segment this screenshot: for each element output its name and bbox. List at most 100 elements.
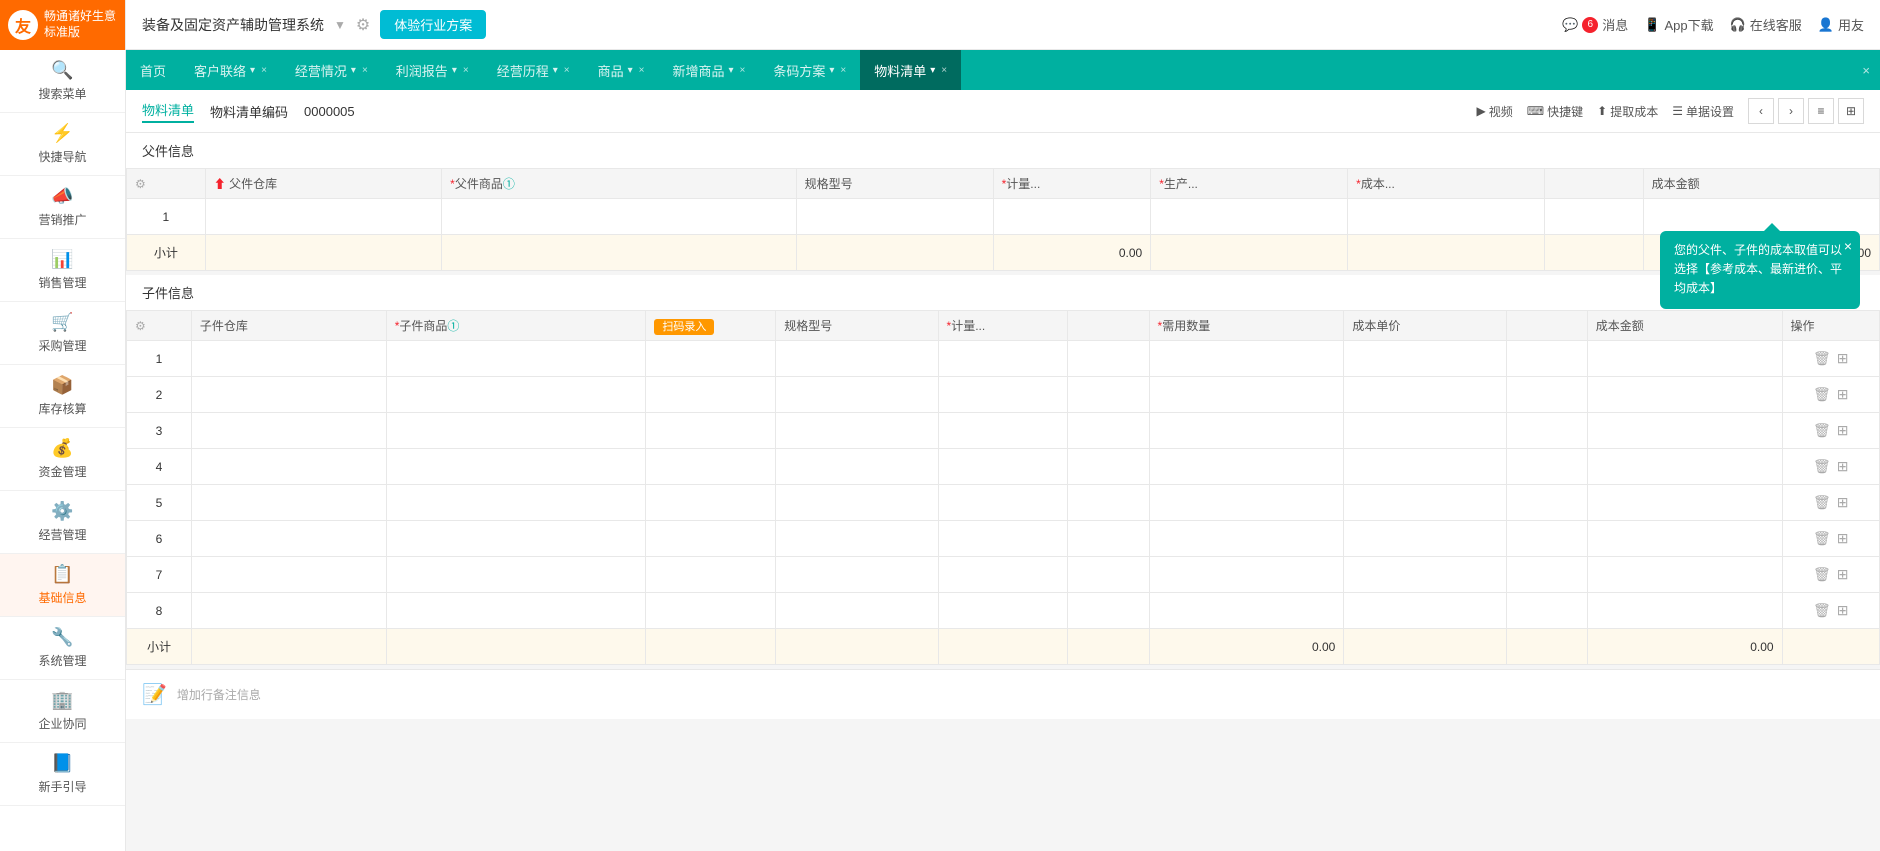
th-spec: 规格型号 bbox=[796, 169, 993, 199]
tab-customer[interactable]: 客户联络▾× bbox=[180, 50, 281, 90]
parent-warehouse-cell[interactable] bbox=[205, 199, 441, 235]
parent-subtotal-value: 0.00 bbox=[993, 235, 1151, 271]
tab-close-icon[interactable]: × bbox=[941, 65, 947, 76]
tab-arrow-icon: ▾ bbox=[930, 65, 935, 76]
parent-row-num: 1 bbox=[127, 199, 206, 235]
dropdown-arrow-icon[interactable]: ▼ bbox=[334, 18, 346, 32]
sidebar-item-operations[interactable]: ⚙️ 经营管理 bbox=[0, 491, 125, 554]
parent-spec-cell[interactable] bbox=[796, 199, 993, 235]
sidebar-item-enterprise[interactable]: 🏢 企业协同 bbox=[0, 680, 125, 743]
copy-icon[interactable]: ⊞ bbox=[1837, 494, 1849, 511]
child-th-product: *子件商品① bbox=[386, 311, 646, 341]
settings-icon: ☰ bbox=[1672, 104, 1683, 118]
parent-subtotal-row: 小计 0.00 0.00 bbox=[127, 235, 1880, 271]
sidebar-item-basic-info[interactable]: 📋 基础信息 bbox=[0, 554, 125, 617]
delete-icon[interactable]: 🗑 bbox=[1813, 458, 1831, 475]
list-view-button[interactable]: ≡ bbox=[1808, 98, 1834, 124]
parent-subtotal-label: 小计 bbox=[127, 235, 206, 271]
nav-tabs: 首页 客户联络▾× 经营情况▾× 利润报告▾× 经营历程▾× 商品▾× 新增商品… bbox=[126, 50, 1880, 90]
parent-cost-cell[interactable] bbox=[1348, 199, 1545, 235]
tab-close-icon[interactable]: × bbox=[840, 65, 846, 76]
pagination: ‹ › ≡ ⊞ bbox=[1748, 98, 1864, 124]
shortcut-button[interactable]: ⌨ 快捷键 bbox=[1527, 103, 1583, 120]
sidebar-item-sales[interactable]: 📊 销售管理 bbox=[0, 239, 125, 302]
basic-info-icon: 📋 bbox=[51, 564, 73, 585]
page-tab-bom-list[interactable]: 物料清单 bbox=[142, 100, 194, 123]
video-button[interactable]: ▶ 视频 bbox=[1477, 103, 1513, 120]
sidebar-item-inventory[interactable]: 📦 库存核算 bbox=[0, 365, 125, 428]
tab-close-icon[interactable]: × bbox=[463, 65, 469, 76]
copy-icon[interactable]: ⊞ bbox=[1837, 350, 1849, 367]
sidebar-item-guide[interactable]: 📘 新手引导 bbox=[0, 743, 125, 806]
tab-bom[interactable]: 物料清单▾× bbox=[860, 50, 961, 90]
gear-config-icon[interactable]: ⚙ bbox=[135, 177, 146, 191]
child-th-amount: 成本金额 bbox=[1587, 311, 1782, 341]
delete-icon[interactable]: 🗑 bbox=[1813, 422, 1831, 439]
th-gear: ⚙ bbox=[127, 169, 206, 199]
tab-close-icon[interactable]: × bbox=[740, 65, 746, 76]
grid-view-button[interactable]: ⊞ bbox=[1838, 98, 1864, 124]
sidebar-item-quick-nav[interactable]: ⚡ 快捷导航 bbox=[0, 113, 125, 176]
system-icon: 🔧 bbox=[51, 627, 73, 648]
copy-icon[interactable]: ⊞ bbox=[1837, 386, 1849, 403]
copy-icon[interactable]: ⊞ bbox=[1837, 602, 1849, 619]
search-icon: 🔍 bbox=[51, 60, 73, 81]
parent-prod-cell[interactable] bbox=[1151, 199, 1348, 235]
sidebar-item-finance[interactable]: 💰 资金管理 bbox=[0, 428, 125, 491]
child-gear-icon[interactable]: ⚙ bbox=[135, 319, 146, 333]
tab-barcode[interactable]: 条码方案▾× bbox=[759, 50, 860, 90]
child-row: 5 🗑⊞ bbox=[127, 485, 1880, 521]
tab-close-icon[interactable]: × bbox=[639, 65, 645, 76]
copy-icon[interactable]: ⊞ bbox=[1837, 566, 1849, 583]
delete-icon[interactable]: 🗑 bbox=[1813, 602, 1831, 619]
settings-gear-icon[interactable]: ⚙ bbox=[356, 15, 370, 35]
child-subtotal-row: 小计 0.00 0.00 bbox=[127, 629, 1880, 665]
parent-product-cell[interactable] bbox=[442, 199, 797, 235]
tab-close-icon[interactable]: × bbox=[261, 65, 267, 76]
purchase-icon: 🛒 bbox=[51, 312, 73, 333]
app-download-button[interactable]: 📱 App下载 bbox=[1644, 15, 1713, 34]
topbar-left: 装备及固定资产辅助管理系统 ▼ ⚙ 体验行业方案 bbox=[142, 10, 486, 39]
parent-section: 父件信息 ⚙ ⬆ 父件仓库 *父件商品① 规格型号 *计量... *生产... … bbox=[126, 133, 1880, 271]
child-subtotal-qty: 0.00 bbox=[1149, 629, 1344, 665]
tab-close-icon[interactable]: × bbox=[362, 65, 368, 76]
next-page-button[interactable]: › bbox=[1778, 98, 1804, 124]
video-icon: ▶ bbox=[1477, 104, 1486, 118]
child-th-warehouse: 子件仓库 bbox=[191, 311, 386, 341]
delete-icon[interactable]: 🗑 bbox=[1813, 494, 1831, 511]
delete-icon[interactable]: 🗑 bbox=[1813, 566, 1831, 583]
copy-icon[interactable]: ⊞ bbox=[1837, 458, 1849, 475]
prev-page-button[interactable]: ‹ bbox=[1748, 98, 1774, 124]
sidebar-item-marketing[interactable]: 📣 营销推广 bbox=[0, 176, 125, 239]
tab-home[interactable]: 首页 bbox=[126, 50, 180, 90]
headset-icon: 🎧 bbox=[1730, 17, 1746, 33]
copy-icon[interactable]: ⊞ bbox=[1837, 530, 1849, 547]
tab-goods[interactable]: 商品▾× bbox=[584, 50, 659, 90]
add-row-icon[interactable]: 📝 bbox=[142, 682, 167, 707]
single-settings-button[interactable]: ☰ 单据设置 bbox=[1672, 103, 1734, 120]
delete-icon[interactable]: 🗑 bbox=[1813, 530, 1831, 547]
close-tab-icon[interactable]: × bbox=[1852, 63, 1880, 78]
bom-code-value: 0000005 bbox=[304, 104, 355, 119]
scan-button[interactable]: 扫码录入 bbox=[654, 319, 714, 335]
tab-new-goods[interactable]: 新增商品▾× bbox=[658, 50, 759, 90]
message-button[interactable]: 💬 6 消息 bbox=[1562, 15, 1628, 34]
extract-cost-button[interactable]: ⬆ 提取成本 bbox=[1597, 103, 1658, 120]
parent-unit-cell[interactable] bbox=[993, 199, 1151, 235]
user-button[interactable]: 👤 用友 bbox=[1818, 15, 1864, 34]
tooltip-close-button[interactable]: × bbox=[1844, 235, 1852, 257]
online-service-button[interactable]: 🎧 在线客服 bbox=[1730, 15, 1802, 34]
copy-icon[interactable]: ⊞ bbox=[1837, 422, 1849, 439]
trial-button[interactable]: 体验行业方案 bbox=[380, 10, 486, 39]
sidebar-item-purchase[interactable]: 🛒 采购管理 bbox=[0, 302, 125, 365]
tab-close-icon[interactable]: × bbox=[564, 65, 570, 76]
sidebar-item-system[interactable]: 🔧 系统管理 bbox=[0, 617, 125, 680]
delete-icon[interactable]: 🗑 bbox=[1813, 386, 1831, 403]
child-th-actions: 操作 bbox=[1782, 311, 1879, 341]
sidebar-item-search[interactable]: 🔍 搜索菜单 bbox=[0, 50, 125, 113]
delete-icon[interactable]: 🗑 bbox=[1813, 350, 1831, 367]
tab-history[interactable]: 经营历程▾× bbox=[483, 50, 584, 90]
tab-profit[interactable]: 利润报告▾× bbox=[382, 50, 483, 90]
tab-operations[interactable]: 经营情况▾× bbox=[281, 50, 382, 90]
marketing-icon: 📣 bbox=[51, 186, 73, 207]
